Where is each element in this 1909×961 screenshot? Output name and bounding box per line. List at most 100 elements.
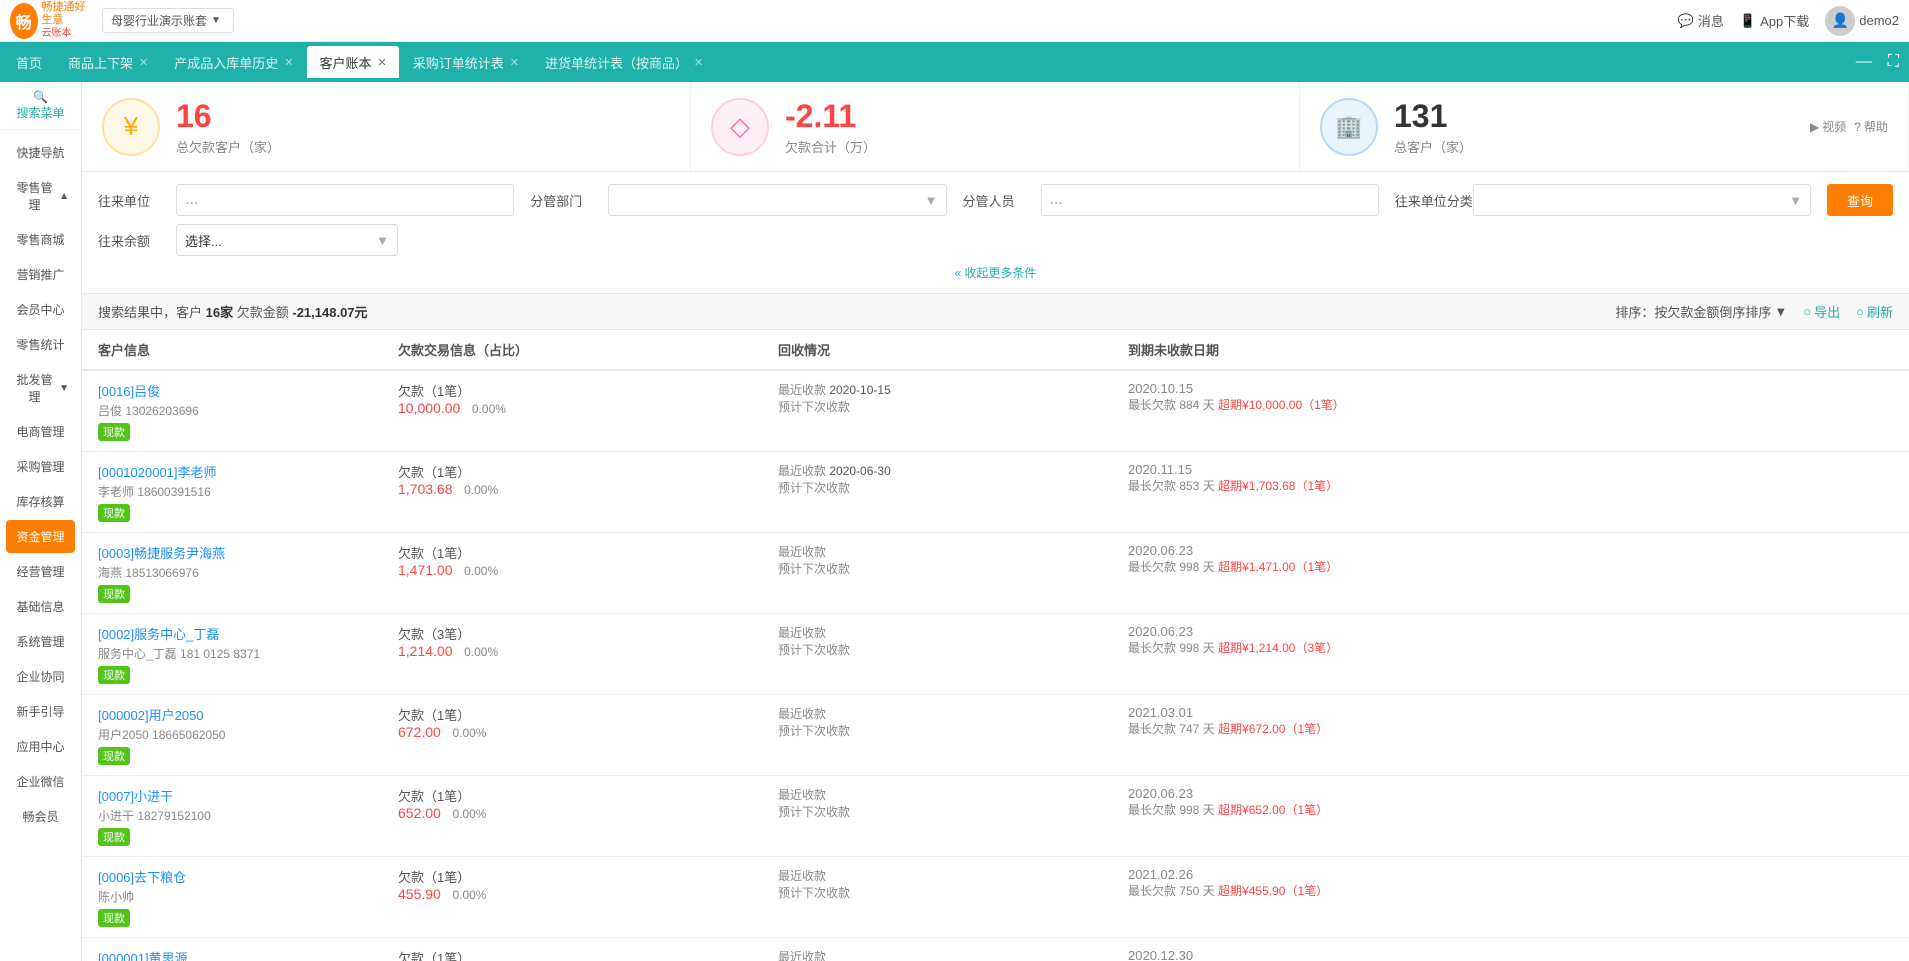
refresh-button[interactable]: ○ 刷新 bbox=[1856, 302, 1893, 321]
latest-payment: 最近收款 bbox=[778, 867, 1128, 884]
due-date: 2021.02.26 bbox=[1128, 867, 1893, 882]
overdue-link[interactable]: 超期¥10,000.00（1笔） bbox=[1218, 398, 1345, 412]
sidebar-item-marketing[interactable]: 营销推广 bbox=[6, 258, 75, 291]
collapse-btn[interactable]: « 收起更多条件 bbox=[955, 264, 1037, 281]
overdue-info: 最长欠款 884 天 超期¥10,000.00（1笔） bbox=[1128, 396, 1893, 413]
table-row: [0006]去下粮仓 陈小帅 现款 欠款（1笔） 455.90 0.00% bbox=[82, 857, 1909, 938]
debt-info-cell: 欠款（1笔） 429.00 0.00% bbox=[398, 948, 778, 961]
sidebar-item-purchase[interactable]: 采购管理 bbox=[6, 450, 75, 483]
tab-product-history[interactable]: 产成品入库单历史 ✕ bbox=[162, 46, 305, 78]
filter-input-person[interactable]: ... bbox=[1041, 184, 1379, 216]
sidebar-item-finance[interactable]: 资金管理 bbox=[6, 520, 75, 553]
sidebar-item-member-center[interactable]: 会员中心 bbox=[6, 293, 75, 326]
customer-name-link[interactable]: [0001020001]李老师 bbox=[98, 462, 398, 481]
store-selector[interactable]: 母婴行业演示账套 ▼ bbox=[102, 8, 234, 33]
stat-value-total-customers: 131 bbox=[1394, 98, 1472, 135]
sidebar-item-member[interactable]: 畅会员 bbox=[6, 800, 75, 833]
customer-name-link[interactable]: [0002]服务中心_丁磊 bbox=[98, 624, 398, 643]
debt-pct: 0.00% bbox=[452, 888, 486, 902]
table-container: 客户信息 欠款交易信息（占比） 回收情况 到期未收款日期 [0016]吕俊 吕俊… bbox=[82, 330, 1909, 961]
sidebar-item-app-center[interactable]: 应用中心 bbox=[6, 730, 75, 763]
export-button[interactable]: ○ 导出 bbox=[1803, 302, 1840, 321]
payment-tag: 现款 bbox=[98, 504, 130, 522]
tab-stock-stats[interactable]: 进货单统计表（按商品） ✕ bbox=[533, 46, 715, 78]
payment-tag: 现款 bbox=[98, 909, 130, 927]
filter-select-dept[interactable]: ▼ bbox=[608, 184, 946, 216]
latest-payment: 最近收款 bbox=[778, 948, 1128, 961]
overdue-link[interactable]: 超期¥455.90（1笔） bbox=[1218, 884, 1328, 898]
filter-input-unit[interactable]: ... bbox=[176, 184, 514, 216]
user-menu[interactable]: 👤 demo2 bbox=[1825, 6, 1899, 36]
stat-info: -2.11 欠款合计（万） bbox=[785, 98, 876, 156]
search-button[interactable]: 查询 bbox=[1827, 184, 1893, 216]
customer-info-cell: [000001]黄思源 黄思源 13552700226 现款 bbox=[98, 948, 398, 961]
debt-amount: 672.00 bbox=[398, 724, 441, 740]
sidebar-item-quick-nav[interactable]: 快捷导航 bbox=[6, 136, 75, 169]
sidebar-item-system[interactable]: 系统管理 bbox=[6, 625, 75, 658]
message-btn[interactable]: 💬 消息 bbox=[1678, 11, 1724, 30]
due-date: 2020.06.23 bbox=[1128, 786, 1893, 801]
sidebar-item-retail-mall[interactable]: 零售商城 bbox=[6, 223, 75, 256]
collection-cell: 最近收款 预计下次收款 bbox=[778, 543, 1128, 577]
sort-button[interactable]: 排序：按欠款金额倒序排序 ▼ bbox=[1615, 302, 1787, 321]
tab-customer-ledger[interactable]: 客户账本 ✕ bbox=[307, 46, 398, 78]
sidebar-item-ecommerce[interactable]: 电商管理 bbox=[6, 415, 75, 448]
app-download-btn[interactable]: 📱 App下载 bbox=[1740, 11, 1809, 30]
maximize-btn[interactable]: ⛶ bbox=[1882, 51, 1905, 73]
tab-home[interactable]: 首页 bbox=[4, 46, 54, 78]
customer-contact: 用户2050 18665062050 bbox=[98, 726, 398, 743]
tab-close-icon[interactable]: ✕ bbox=[139, 56, 148, 69]
customer-name-link[interactable]: [0016]吕俊 bbox=[98, 381, 398, 400]
customer-name-link[interactable]: [000001]黄思源 bbox=[98, 948, 398, 961]
tab-close-icon[interactable]: ✕ bbox=[510, 56, 519, 69]
tab-product-listing[interactable]: 商品上下架 ✕ bbox=[56, 46, 160, 78]
customer-name-link[interactable]: [0006]去下粮仓 bbox=[98, 867, 398, 886]
customer-info-cell: [0016]吕俊 吕俊 13026203696 现款 bbox=[98, 381, 398, 441]
due-date-cell: 2020.06.23 最长欠款 998 天 超期¥652.00（1笔） bbox=[1128, 786, 1893, 818]
overdue-link[interactable]: 超期¥672.00（1笔） bbox=[1218, 722, 1328, 736]
customer-contact: 服务中心_丁磊 181 0125 8371 bbox=[98, 645, 398, 662]
next-payment: 预计下次收款 bbox=[778, 884, 1128, 901]
tab-close-icon[interactable]: ✕ bbox=[694, 56, 703, 69]
debt-count: 欠款（3笔） bbox=[398, 624, 778, 643]
stat-label-debt-total: 欠款合计（万） bbox=[785, 137, 876, 156]
debt-info-cell: 欠款（1笔） 455.90 0.00% bbox=[398, 867, 778, 902]
filter-row-1: 往来单位 ... 分管部门 ▼ 分管人员 bbox=[98, 184, 1893, 216]
app-container: 畅 畅捷通好生意 云账本 母婴行业演示账套 ▼ 💬 消息 📱 App下载 bbox=[0, 0, 1909, 961]
overdue-link[interactable]: 超期¥1,214.00（3笔） bbox=[1218, 641, 1338, 655]
sidebar-item-guide[interactable]: 新手引导 bbox=[6, 695, 75, 728]
overdue-link[interactable]: 超期¥1,471.00（1笔） bbox=[1218, 560, 1338, 574]
sidebar-search[interactable]: 🔍 搜索菜单 bbox=[0, 82, 81, 130]
table-header: 客户信息 欠款交易信息（占比） 回收情况 到期未收款日期 bbox=[82, 330, 1909, 371]
sidebar-item-retail-mgmt[interactable]: 零售管理 ▲ bbox=[6, 171, 75, 221]
stat-icon-diamond: ◇ bbox=[711, 98, 769, 156]
overdue-link[interactable]: 超期¥1,703.68（1笔） bbox=[1218, 479, 1338, 493]
sidebar-item-inventory[interactable]: 库存核算 bbox=[6, 485, 75, 518]
sidebar-item-retail-stats[interactable]: 零售统计 bbox=[6, 328, 75, 361]
filter-area: 往来单位 ... 分管部门 ▼ 分管人员 bbox=[82, 172, 1909, 294]
customer-name-link[interactable]: [0003]畅捷服务尹海燕 bbox=[98, 543, 398, 562]
video-btn[interactable]: ▶ 视频 bbox=[1810, 118, 1846, 135]
sidebar-item-business[interactable]: 经营管理 bbox=[6, 555, 75, 588]
filter-select-balance[interactable]: 选择... ▼ bbox=[176, 224, 398, 256]
customer-name-link[interactable]: [0007]小进干 bbox=[98, 786, 398, 805]
debt-pct: 0.00% bbox=[464, 645, 498, 659]
next-payment: 预计下次收款 bbox=[778, 641, 1128, 658]
sidebar-item-wechat[interactable]: 企业微信 bbox=[6, 765, 75, 798]
minimize-btn[interactable]: — bbox=[1850, 51, 1878, 73]
overdue-info: 最长欠款 998 天 超期¥1,214.00（3笔） bbox=[1128, 639, 1893, 656]
tab-close-icon[interactable]: ✕ bbox=[284, 56, 293, 69]
tab-close-icon[interactable]: ✕ bbox=[378, 56, 387, 69]
sidebar-item-wholesale-mgmt[interactable]: 批发管理 ▼ bbox=[6, 363, 75, 413]
help-btn[interactable]: ? 帮助 bbox=[1854, 118, 1888, 135]
overdue-link[interactable]: 超期¥652.00（1笔） bbox=[1218, 803, 1328, 817]
sidebar-item-basic-info[interactable]: 基础信息 bbox=[6, 590, 75, 623]
sidebar-item-enterprise[interactable]: 企业协同 bbox=[6, 660, 75, 693]
top-right: 💬 消息 📱 App下载 👤 demo2 bbox=[1678, 6, 1899, 36]
filter-select-category[interactable]: ▼ bbox=[1473, 184, 1811, 216]
collection-cell: 最近收款 预计下次收款 bbox=[778, 624, 1128, 658]
table-row: [000002]用户2050 用户2050 18665062050 现款 欠款（… bbox=[82, 695, 1909, 776]
customer-name-link[interactable]: [000002]用户2050 bbox=[98, 705, 398, 724]
stat-card-debt-customers: ¥ 16 总欠款客户（家） bbox=[82, 82, 691, 171]
tab-purchase-stats[interactable]: 采购订单统计表 ✕ bbox=[401, 46, 531, 78]
